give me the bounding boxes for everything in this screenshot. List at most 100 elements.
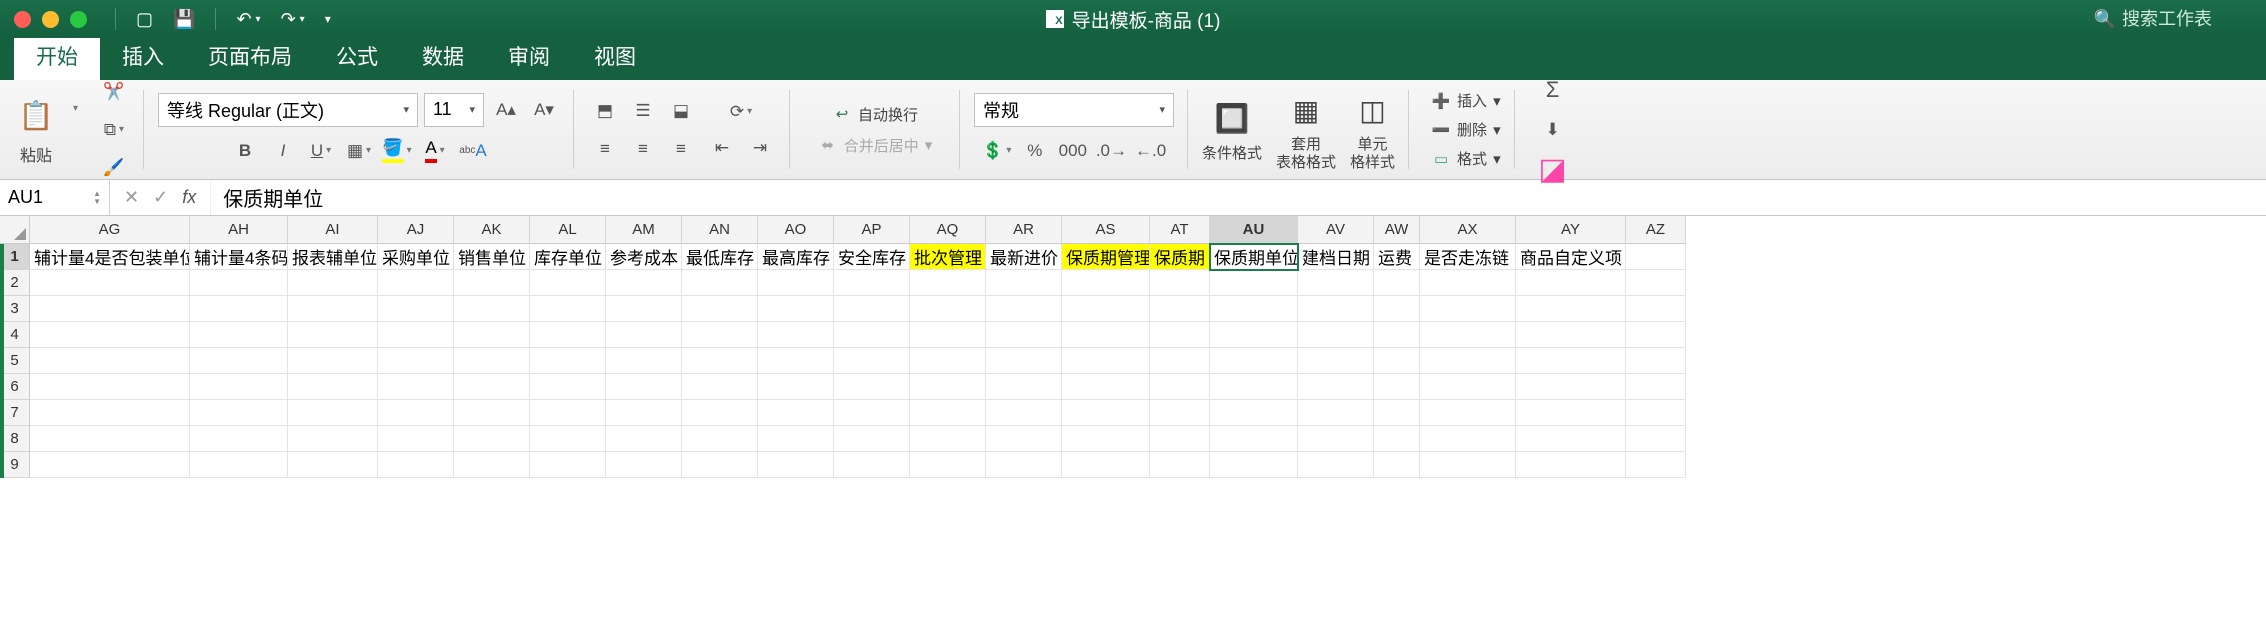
cell-AL3[interactable]	[530, 296, 606, 322]
cell-AT6[interactable]	[1150, 374, 1210, 400]
cell-AY9[interactable]	[1516, 452, 1626, 478]
column-header-AM[interactable]: AM	[606, 216, 682, 244]
cell-AI1[interactable]: 报表辅单位	[288, 244, 378, 270]
cell-AK1[interactable]: 销售单位	[454, 244, 530, 270]
currency-button[interactable]: 💲▾	[981, 135, 1013, 167]
cell-AX6[interactable]	[1420, 374, 1516, 400]
undo-icon[interactable]: ↶ ▾	[236, 9, 260, 30]
cell-AQ1[interactable]: 批次管理	[910, 244, 986, 270]
cell-AX4[interactable]	[1420, 322, 1516, 348]
cell-AP8[interactable]	[834, 426, 910, 452]
cell-AM6[interactable]	[606, 374, 682, 400]
minimize-window-button[interactable]	[42, 11, 59, 28]
zoom-window-button[interactable]	[70, 11, 87, 28]
align-bottom-button[interactable]: ⬓	[664, 94, 698, 128]
wrap-text-button[interactable]: ↩自动换行	[832, 104, 918, 125]
cell-AP6[interactable]	[834, 374, 910, 400]
cell-AG3[interactable]	[30, 296, 190, 322]
cell-AX7[interactable]	[1420, 400, 1516, 426]
cell-AW1[interactable]: 运费	[1374, 244, 1420, 270]
cell-AY1[interactable]: 商品自定义项	[1516, 244, 1626, 270]
cell-AK8[interactable]	[454, 426, 530, 452]
name-box-spinner[interactable]: ▲▼	[93, 190, 101, 206]
cell-AQ6[interactable]	[910, 374, 986, 400]
cancel-formula-icon[interactable]: ✕	[124, 187, 139, 208]
cell-AU1[interactable]: 保质期单位	[1210, 244, 1298, 270]
cell-AS5[interactable]	[1062, 348, 1150, 374]
cell-AS4[interactable]	[1062, 322, 1150, 348]
cell-AX1[interactable]: 是否走冻链	[1420, 244, 1516, 270]
cell-AL1[interactable]: 库存单位	[530, 244, 606, 270]
cell-AH5[interactable]	[190, 348, 288, 374]
cell-AN9[interactable]	[682, 452, 758, 478]
cell-AI6[interactable]	[288, 374, 378, 400]
cell-AZ7[interactable]	[1626, 400, 1686, 426]
column-header-AZ[interactable]: AZ	[1626, 216, 1686, 244]
cell-AV9[interactable]	[1298, 452, 1374, 478]
cell-AJ3[interactable]	[378, 296, 454, 322]
cell-AZ5[interactable]	[1626, 348, 1686, 374]
paste-icon[interactable]: 📋	[14, 94, 58, 138]
save-icon[interactable]: 💾	[173, 9, 195, 30]
align-left-button[interactable]: ≡	[588, 132, 622, 166]
cell-AO5[interactable]	[758, 348, 834, 374]
cell-AT4[interactable]	[1150, 322, 1210, 348]
cell-AP1[interactable]: 安全库存	[834, 244, 910, 270]
accept-formula-icon[interactable]: ✓	[153, 187, 168, 208]
cell-AS6[interactable]	[1062, 374, 1150, 400]
column-header-AN[interactable]: AN	[682, 216, 758, 244]
cell-AP3[interactable]	[834, 296, 910, 322]
column-header-AO[interactable]: AO	[758, 216, 834, 244]
cell-AG8[interactable]	[30, 426, 190, 452]
cell-AP7[interactable]	[834, 400, 910, 426]
cell-AI5[interactable]	[288, 348, 378, 374]
cell-AX2[interactable]	[1420, 270, 1516, 296]
column-header-AP[interactable]: AP	[834, 216, 910, 244]
cell-AM5[interactable]	[606, 348, 682, 374]
cell-AK5[interactable]	[454, 348, 530, 374]
cell-AR7[interactable]	[986, 400, 1062, 426]
cell-AI8[interactable]	[288, 426, 378, 452]
cell-AO6[interactable]	[758, 374, 834, 400]
cell-AU4[interactable]	[1210, 322, 1298, 348]
fill-button[interactable]: ⬇	[1537, 114, 1569, 146]
cell-AR3[interactable]	[986, 296, 1062, 322]
cell-AN1[interactable]: 最低库存	[682, 244, 758, 270]
tab-formulas[interactable]: 公式	[314, 33, 400, 80]
cell-AM4[interactable]	[606, 322, 682, 348]
cell-AK2[interactable]	[454, 270, 530, 296]
qat-customize-icon[interactable]: ▾	[325, 12, 331, 26]
cell-AV1[interactable]: 建档日期	[1298, 244, 1374, 270]
cell-AY3[interactable]	[1516, 296, 1626, 322]
cell-AU2[interactable]	[1210, 270, 1298, 296]
decrease-decimal-button[interactable]: ←.0	[1134, 135, 1167, 167]
cell-AW7[interactable]	[1374, 400, 1420, 426]
cell-AY5[interactable]	[1516, 348, 1626, 374]
tab-review[interactable]: 审阅	[486, 33, 572, 80]
cell-AJ4[interactable]	[378, 322, 454, 348]
column-header-AH[interactable]: AH	[190, 216, 288, 244]
tab-home[interactable]: 开始	[14, 33, 100, 80]
bold-button[interactable]: B	[229, 135, 261, 167]
cell-AR8[interactable]	[986, 426, 1062, 452]
align-center-button[interactable]: ≡	[626, 132, 660, 166]
font-color-button[interactable]: A▾	[419, 135, 451, 167]
cell-AY8[interactable]	[1516, 426, 1626, 452]
cell-AG2[interactable]	[30, 270, 190, 296]
conditional-formatting-icon[interactable]: 🔲	[1210, 97, 1254, 141]
decrease-indent-button[interactable]: ⇤	[706, 132, 738, 164]
search-input[interactable]	[2122, 9, 2252, 30]
cell-AU7[interactable]	[1210, 400, 1298, 426]
cell-AR6[interactable]	[986, 374, 1062, 400]
phonetic-button[interactable]: abcA	[457, 135, 489, 167]
cell-AJ1[interactable]: 采购单位	[378, 244, 454, 270]
cell-AS7[interactable]	[1062, 400, 1150, 426]
cell-AP4[interactable]	[834, 322, 910, 348]
cell-AX3[interactable]	[1420, 296, 1516, 322]
cell-AW4[interactable]	[1374, 322, 1420, 348]
number-format-select[interactable]: 常规▾	[974, 93, 1174, 127]
increase-font-button[interactable]: A▴	[490, 94, 522, 126]
cell-AZ6[interactable]	[1626, 374, 1686, 400]
cell-AN6[interactable]	[682, 374, 758, 400]
cell-AQ2[interactable]	[910, 270, 986, 296]
